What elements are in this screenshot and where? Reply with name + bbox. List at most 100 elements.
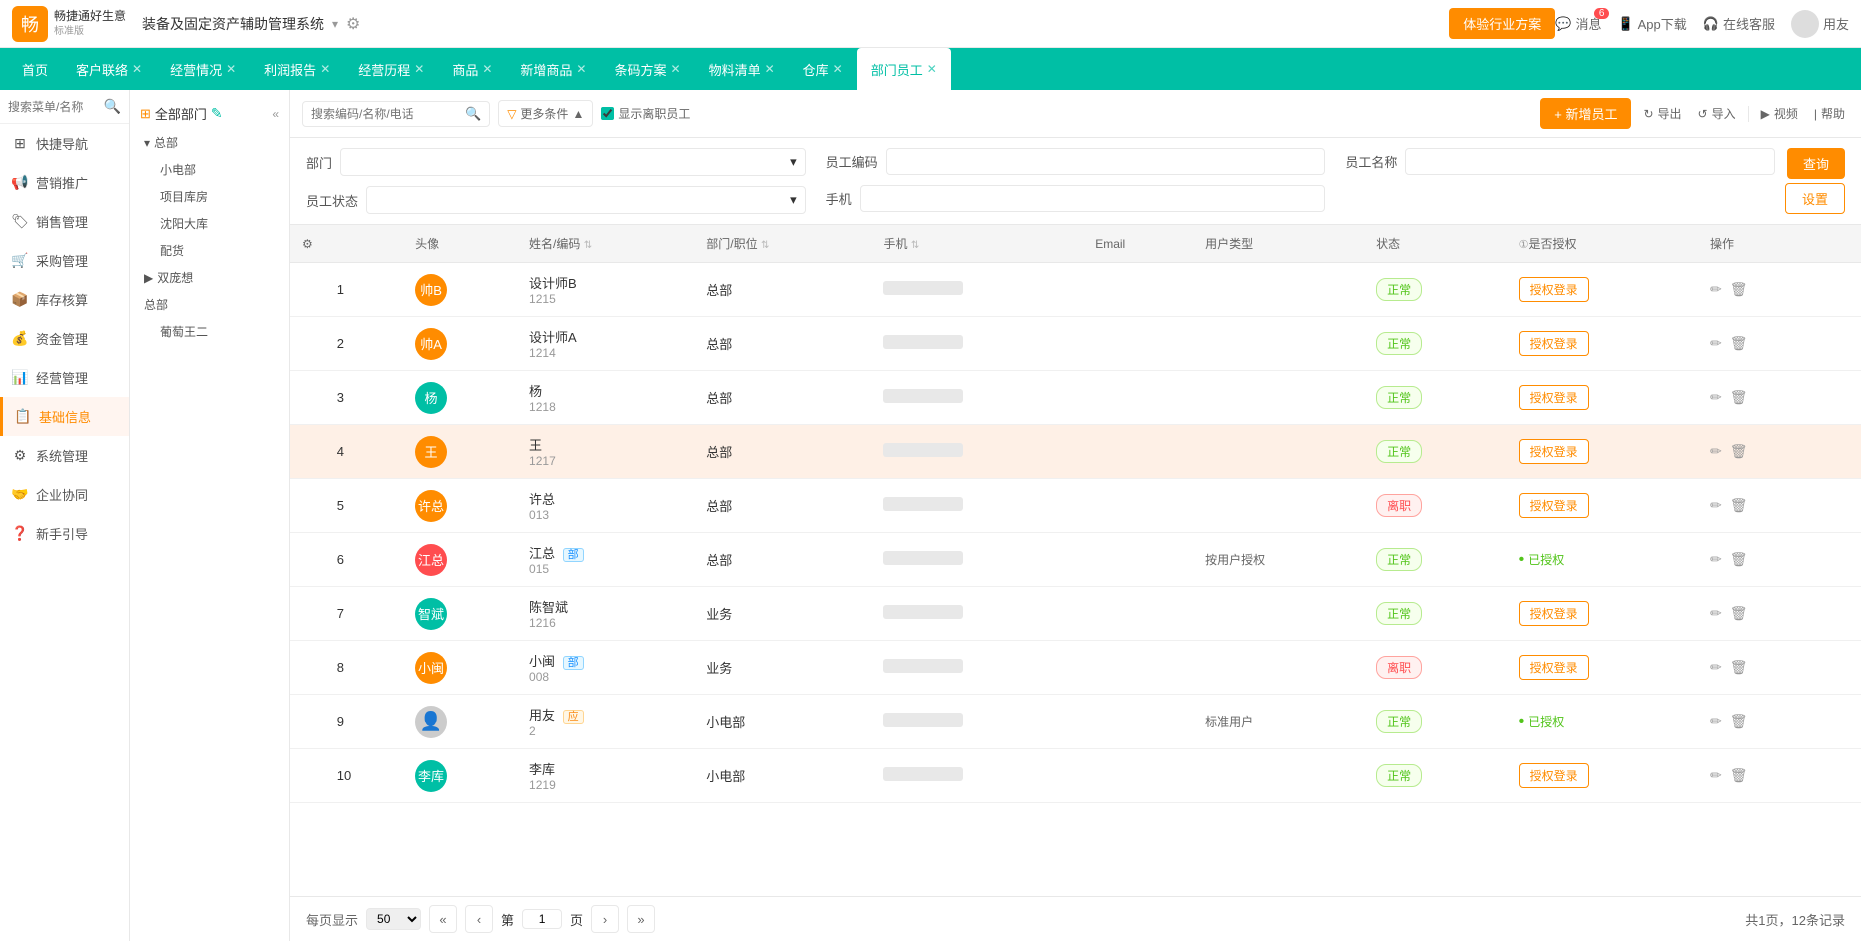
sidebar-item-enterprise[interactable]: 🤝 企业协同: [0, 475, 129, 514]
tab-home[interactable]: 首页: [8, 48, 62, 90]
edit-icon[interactable]: ✏: [1710, 605, 1722, 622]
import-button[interactable]: ↺ 导入: [1694, 101, 1740, 126]
dept-select[interactable]: ▾: [340, 148, 806, 176]
auth-login-button[interactable]: 授权登录: [1519, 655, 1589, 680]
emp-name-input[interactable]: [1405, 148, 1775, 175]
delete-icon[interactable]: 🗑: [1730, 551, 1748, 568]
close-tab-add-goods[interactable]: ✕: [576, 62, 586, 76]
sidebar-item-basic-info[interactable]: 📋 基础信息: [0, 397, 129, 436]
status-select[interactable]: ▾: [366, 186, 806, 214]
delete-icon[interactable]: 🗑: [1730, 713, 1748, 730]
dept-node-shuangpuqi[interactable]: ▶ 双庞想: [130, 264, 289, 291]
last-page-button[interactable]: »: [627, 905, 655, 933]
export-button[interactable]: ↻ 导出: [1639, 101, 1685, 126]
auth-login-button[interactable]: 授权登录: [1519, 385, 1589, 410]
user-menu[interactable]: 用友: [1791, 10, 1849, 38]
close-tab-customer[interactable]: ✕: [132, 62, 142, 76]
delete-icon[interactable]: 🗑: [1730, 443, 1748, 460]
query-button[interactable]: 查询: [1787, 148, 1845, 179]
emp-code-input[interactable]: [886, 148, 1326, 175]
gear-icon[interactable]: ⚙: [346, 14, 360, 34]
edit-icon[interactable]: ✏: [1710, 767, 1722, 784]
sidebar-item-purchase[interactable]: 🛒 采购管理: [0, 241, 129, 280]
sidebar-item-system[interactable]: ⚙ 系统管理: [0, 436, 129, 475]
dept-node-puputuwan[interactable]: 葡萄王二: [130, 318, 289, 345]
edit-icon[interactable]: ✏: [1710, 281, 1722, 298]
close-tab-history[interactable]: ✕: [414, 62, 424, 76]
collapse-icon[interactable]: «: [272, 107, 279, 121]
tab-goods[interactable]: 商品 ✕: [438, 48, 506, 90]
edit-icon[interactable]: ✏: [1710, 551, 1722, 568]
edit-icon[interactable]: ✏: [1710, 335, 1722, 352]
tab-material[interactable]: 物料清单 ✕: [695, 48, 789, 90]
sidebar-search-box[interactable]: 🔍: [0, 90, 129, 124]
sidebar-item-finance[interactable]: 💰 资金管理: [0, 319, 129, 358]
edit-icon[interactable]: ✏: [1710, 713, 1722, 730]
auth-login-button[interactable]: 授权登录: [1519, 763, 1589, 788]
tab-operations[interactable]: 经营情况 ✕: [156, 48, 250, 90]
search-box[interactable]: 🔍: [302, 101, 490, 127]
sidebar-item-new-guide[interactable]: ❓ 新手引导: [0, 514, 129, 553]
sidebar-search-input[interactable]: [8, 100, 104, 114]
sidebar-item-sales[interactable]: 🏷 销售管理: [0, 202, 129, 241]
close-tab-profit[interactable]: ✕: [320, 62, 330, 76]
dept-node-shenyang[interactable]: 沈阳大库: [130, 210, 289, 237]
delete-icon[interactable]: 🗑: [1730, 767, 1748, 784]
tab-profit[interactable]: 利润报告 ✕: [250, 48, 344, 90]
set-button[interactable]: 设置: [1785, 183, 1845, 214]
dept-node-zongbu[interactable]: ▾ 总部: [130, 129, 289, 156]
sidebar-item-marketing[interactable]: 📢 营销推广: [0, 163, 129, 202]
tab-customer[interactable]: 客户联络 ✕: [62, 48, 156, 90]
page-input[interactable]: [522, 909, 562, 929]
sidebar-item-inventory[interactable]: 📦 库存核算: [0, 280, 129, 319]
dept-node-xiaodianbu[interactable]: 小电部: [130, 156, 289, 183]
trial-button[interactable]: 体验行业方案: [1449, 8, 1555, 39]
tab-warehouse[interactable]: 仓库 ✕: [789, 48, 857, 90]
delete-icon[interactable]: 🗑: [1730, 659, 1748, 676]
search-input[interactable]: [311, 107, 461, 121]
auth-login-button[interactable]: 授权登录: [1519, 601, 1589, 626]
edit-icon[interactable]: ✏: [1710, 659, 1722, 676]
app-download-button[interactable]: 📱 App下载: [1617, 14, 1686, 33]
delete-icon[interactable]: 🗑: [1730, 605, 1748, 622]
edit-icon[interactable]: ✏: [1710, 497, 1722, 514]
close-tab-warehouse[interactable]: ✕: [833, 62, 843, 76]
delete-icon[interactable]: 🗑: [1730, 389, 1748, 406]
auth-login-button[interactable]: 授权登录: [1519, 493, 1589, 518]
online-service-button[interactable]: 🎧 在线客服: [1703, 14, 1775, 33]
delete-icon[interactable]: 🗑: [1730, 335, 1748, 352]
dept-node-zongbu2[interactable]: 总部: [130, 291, 289, 318]
dept-node-xiangmu[interactable]: 项目库房: [130, 183, 289, 210]
show-resigned-checkbox[interactable]: 显示离职员工: [601, 105, 690, 122]
more-filter-button[interactable]: ▽ 更多条件 ▲: [498, 100, 593, 127]
sidebar-item-operations-mgmt[interactable]: 📊 经营管理: [0, 358, 129, 397]
close-tab-material[interactable]: ✕: [765, 62, 775, 76]
auth-login-button[interactable]: 授权登录: [1519, 277, 1589, 302]
phone-input[interactable]: [860, 185, 1326, 212]
close-tab-goods[interactable]: ✕: [482, 62, 492, 76]
edit-dept-icon[interactable]: ✎: [211, 105, 223, 122]
edit-icon[interactable]: ✏: [1710, 389, 1722, 406]
next-page-button[interactable]: ›: [591, 905, 619, 933]
first-page-button[interactable]: «: [429, 905, 457, 933]
dept-node-peihuo[interactable]: 配货: [130, 237, 289, 264]
delete-icon[interactable]: 🗑: [1730, 497, 1748, 514]
help-button[interactable]: | 帮助: [1810, 101, 1849, 126]
close-tab-dept-emp[interactable]: ✕: [927, 62, 937, 76]
add-employee-button[interactable]: + 新增员工: [1540, 98, 1631, 129]
page-size-select[interactable]: 50 100: [366, 908, 421, 930]
auth-login-button[interactable]: 授权登录: [1519, 331, 1589, 356]
edit-icon[interactable]: ✏: [1710, 443, 1722, 460]
sidebar-item-quick-nav[interactable]: ⊞ 快捷导航: [0, 124, 129, 163]
close-tab-barcode[interactable]: ✕: [671, 62, 681, 76]
delete-icon[interactable]: 🗑: [1730, 281, 1748, 298]
message-button[interactable]: 💬 消息 6: [1555, 14, 1601, 33]
tab-add-goods[interactable]: 新增商品 ✕: [506, 48, 600, 90]
tab-history[interactable]: 经营历程 ✕: [344, 48, 438, 90]
view-button[interactable]: ▶ 视频: [1757, 101, 1802, 126]
tab-dept-emp[interactable]: 部门员工 ✕: [857, 48, 951, 90]
prev-page-button[interactable]: ‹: [465, 905, 493, 933]
tab-barcode[interactable]: 条码方案 ✕: [600, 48, 694, 90]
close-tab-operations[interactable]: ✕: [226, 62, 236, 76]
auth-login-button[interactable]: 授权登录: [1519, 439, 1589, 464]
